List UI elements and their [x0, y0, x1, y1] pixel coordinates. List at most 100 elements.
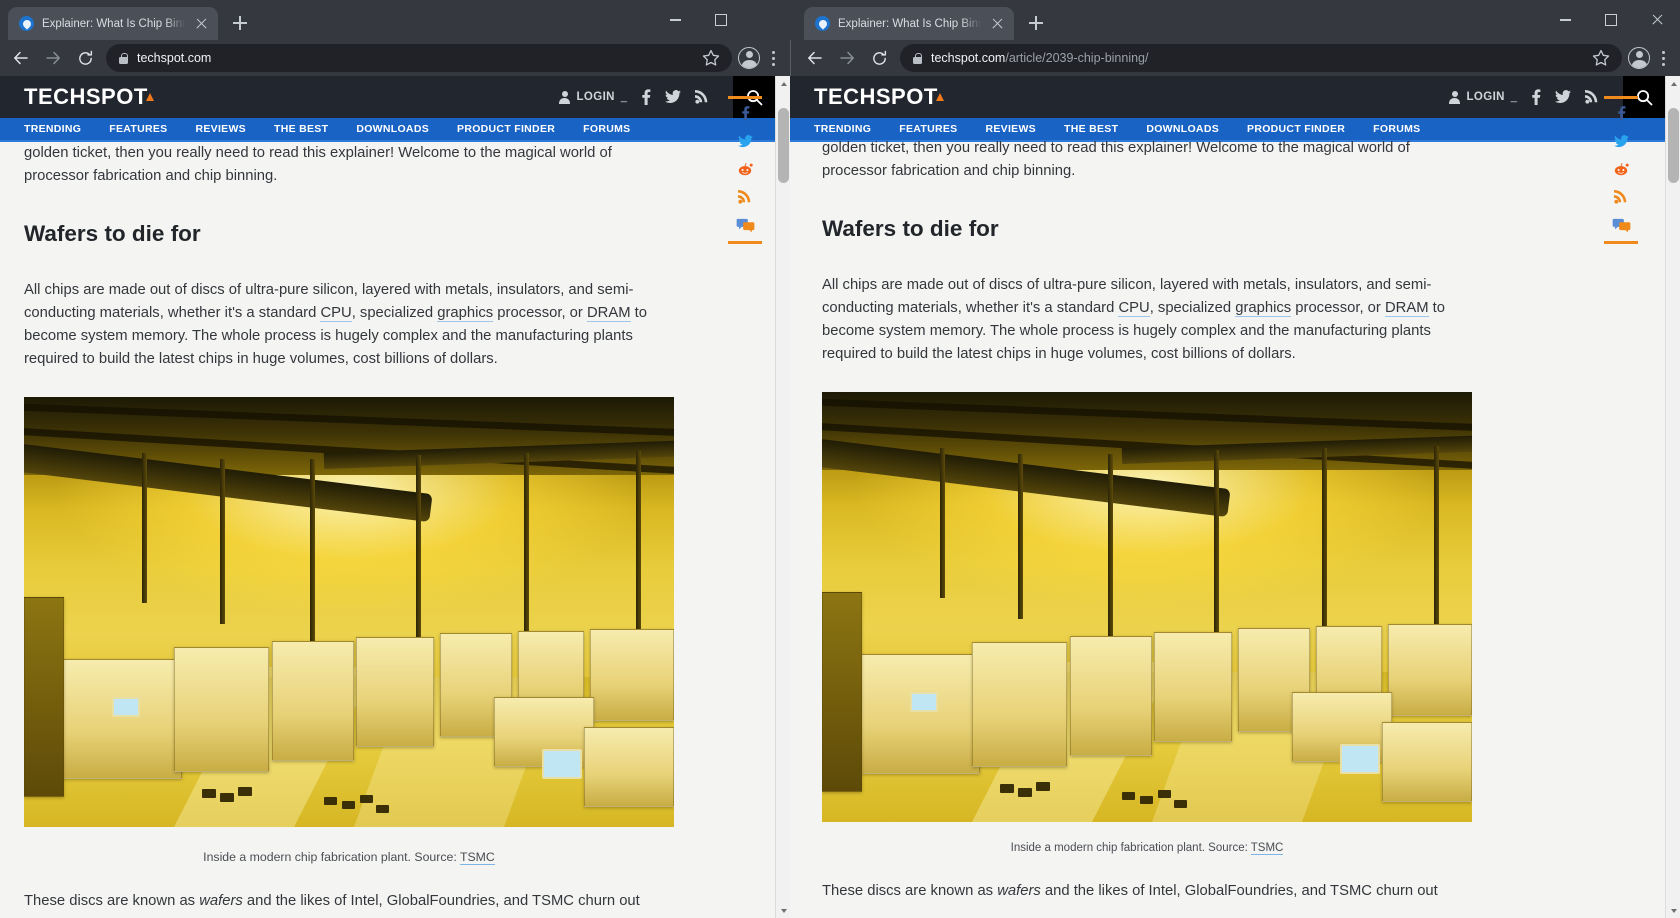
- desktop: Explainer: What Is Chip Binning?: [0, 0, 1680, 918]
- page-viewport-right: TECHSPOT LOGIN _: [790, 76, 1680, 918]
- share-facebook-icon[interactable]: [728, 99, 762, 127]
- address-bar[interactable]: techspot.com: [106, 44, 732, 72]
- article-figure: Inside a modern chip fabrication plant. …: [24, 397, 775, 864]
- forward-icon[interactable]: [38, 43, 68, 73]
- scroll-up-arrow-icon[interactable]: [1666, 76, 1680, 91]
- site-logo[interactable]: TECHSPOT: [24, 84, 148, 110]
- close-window-button[interactable]: [1634, 0, 1680, 40]
- body-paragraph: All chips are made out of discs of ultra…: [24, 279, 674, 371]
- share-facebook-icon[interactable]: [1604, 99, 1638, 127]
- login-button[interactable]: LOGIN _: [559, 91, 627, 104]
- page-scrollbar-right[interactable]: [1665, 76, 1680, 918]
- scroll-down-arrow-icon[interactable]: [776, 903, 790, 918]
- link-graphics[interactable]: graphics: [1235, 300, 1291, 317]
- browser-tab[interactable]: Explainer: What Is Chip Binning?: [8, 7, 218, 40]
- nav-item-forums[interactable]: FORUMS: [583, 123, 630, 135]
- share-rail: [1598, 96, 1644, 244]
- reload-icon[interactable]: [864, 43, 894, 73]
- body-text-2: , specialized: [352, 305, 438, 321]
- share-comments-icon[interactable]: [1604, 211, 1638, 239]
- facebook-icon[interactable]: [1531, 89, 1541, 105]
- nav-item-the-best[interactable]: THE BEST: [274, 123, 328, 135]
- intro-paragraph: golden ticket, then you really need to r…: [822, 137, 1472, 183]
- nav-item-reviews[interactable]: REVIEWS: [985, 123, 1036, 135]
- nav-item-downloads[interactable]: DOWNLOADS: [356, 123, 429, 135]
- browser-tab[interactable]: Explainer: What Is Chip Binning?: [804, 7, 1014, 40]
- lock-icon: [119, 53, 128, 64]
- reload-icon[interactable]: [70, 43, 100, 73]
- star-icon[interactable]: [1590, 47, 1612, 69]
- page-content-left: TECHSPOT LOGIN _: [0, 76, 775, 918]
- nav-item-the-best[interactable]: THE BEST: [1064, 123, 1118, 135]
- nav-item-forums[interactable]: FORUMS: [1373, 123, 1420, 135]
- browser-toolbar-left: techspot.com: [0, 40, 790, 76]
- site-logo-text: TECHSPOT: [24, 84, 148, 109]
- nav-item-product-finder[interactable]: PRODUCT FINDER: [1247, 123, 1345, 135]
- back-icon[interactable]: [800, 43, 830, 73]
- techspot-favicon-icon: [19, 16, 34, 31]
- link-graphics[interactable]: graphics: [437, 305, 493, 322]
- more-vertical-icon[interactable]: [762, 44, 784, 72]
- nav-item-product-finder[interactable]: PRODUCT FINDER: [457, 123, 555, 135]
- more-vertical-icon[interactable]: [1652, 44, 1674, 72]
- login-label: LOGIN: [1466, 91, 1504, 103]
- share-rss-icon[interactable]: [1604, 183, 1638, 211]
- new-tab-button[interactable]: [226, 9, 254, 37]
- site-header: TECHSPOT LOGIN _: [0, 76, 775, 118]
- minimize-button[interactable]: [652, 0, 698, 40]
- share-comments-icon[interactable]: [728, 211, 762, 239]
- person-icon: [1449, 91, 1460, 104]
- share-reddit-icon[interactable]: [728, 155, 762, 183]
- nav-item-features[interactable]: FEATURES: [899, 123, 957, 135]
- twitter-icon[interactable]: [665, 90, 681, 104]
- close-icon[interactable]: [989, 15, 1006, 32]
- bottom-text-b: and the likes of Intel, GlobalFoundries,…: [1041, 883, 1438, 899]
- window-controls-right: [1542, 0, 1680, 40]
- share-reddit-icon[interactable]: [1604, 155, 1638, 183]
- figure-caption-link[interactable]: TSMC: [460, 850, 495, 865]
- page-scrollbar-left[interactable]: [775, 76, 790, 918]
- back-icon[interactable]: [6, 43, 36, 73]
- share-twitter-icon[interactable]: [728, 127, 762, 155]
- facebook-icon[interactable]: [641, 89, 651, 105]
- browser-window-right: Explainer: What Is Chip Binning?: [790, 0, 1680, 918]
- rss-icon[interactable]: [695, 90, 709, 104]
- address-bar[interactable]: techspot.com/article/2039-chip-binning/: [900, 44, 1622, 72]
- minimize-button[interactable]: [1542, 0, 1588, 40]
- profile-icon[interactable]: [1628, 47, 1650, 69]
- nav-item-trending[interactable]: TRENDING: [814, 123, 871, 135]
- nav-item-downloads[interactable]: DOWNLOADS: [1146, 123, 1219, 135]
- close-icon[interactable]: [193, 15, 210, 32]
- scrollbar-thumb[interactable]: [1668, 108, 1679, 183]
- link-cpu[interactable]: CPU: [320, 305, 351, 322]
- twitter-icon[interactable]: [1555, 90, 1571, 104]
- maximize-button[interactable]: [1588, 0, 1634, 40]
- share-twitter-icon[interactable]: [1604, 127, 1638, 155]
- new-tab-button[interactable]: [1022, 9, 1050, 37]
- nav-item-features[interactable]: FEATURES: [109, 123, 167, 135]
- forward-icon[interactable]: [832, 43, 862, 73]
- tabstrip-left: Explainer: What Is Chip Binning?: [0, 0, 652, 40]
- star-icon[interactable]: [700, 47, 722, 69]
- share-rss-icon[interactable]: [728, 183, 762, 211]
- link-dram[interactable]: DRAM: [1385, 300, 1429, 317]
- scroll-up-arrow-icon[interactable]: [776, 76, 790, 91]
- profile-icon[interactable]: [738, 47, 760, 69]
- maximize-button[interactable]: [698, 0, 744, 40]
- scroll-down-arrow-icon[interactable]: [1666, 903, 1680, 918]
- scrollbar-thumb[interactable]: [778, 108, 789, 183]
- link-dram[interactable]: DRAM: [587, 305, 631, 322]
- body-text-3: processor, or: [1291, 300, 1385, 316]
- link-cpu[interactable]: CPU: [1118, 300, 1149, 317]
- site-logo[interactable]: TECHSPOT: [814, 84, 938, 110]
- tab-title: Explainer: What Is Chip Binning?: [42, 18, 185, 30]
- titlebar-right: Explainer: What Is Chip Binning?: [790, 0, 1680, 40]
- login-button[interactable]: LOGIN _: [1449, 91, 1517, 104]
- figure-caption-link[interactable]: TSMC: [1251, 842, 1284, 855]
- lock-icon: [913, 53, 922, 64]
- bottom-text-emphasis: wafers: [199, 893, 243, 909]
- rss-icon[interactable]: [1585, 90, 1599, 104]
- figure-caption-text: Inside a modern chip fabrication plant. …: [1011, 842, 1251, 854]
- nav-item-trending[interactable]: TRENDING: [24, 123, 81, 135]
- nav-item-reviews[interactable]: REVIEWS: [195, 123, 246, 135]
